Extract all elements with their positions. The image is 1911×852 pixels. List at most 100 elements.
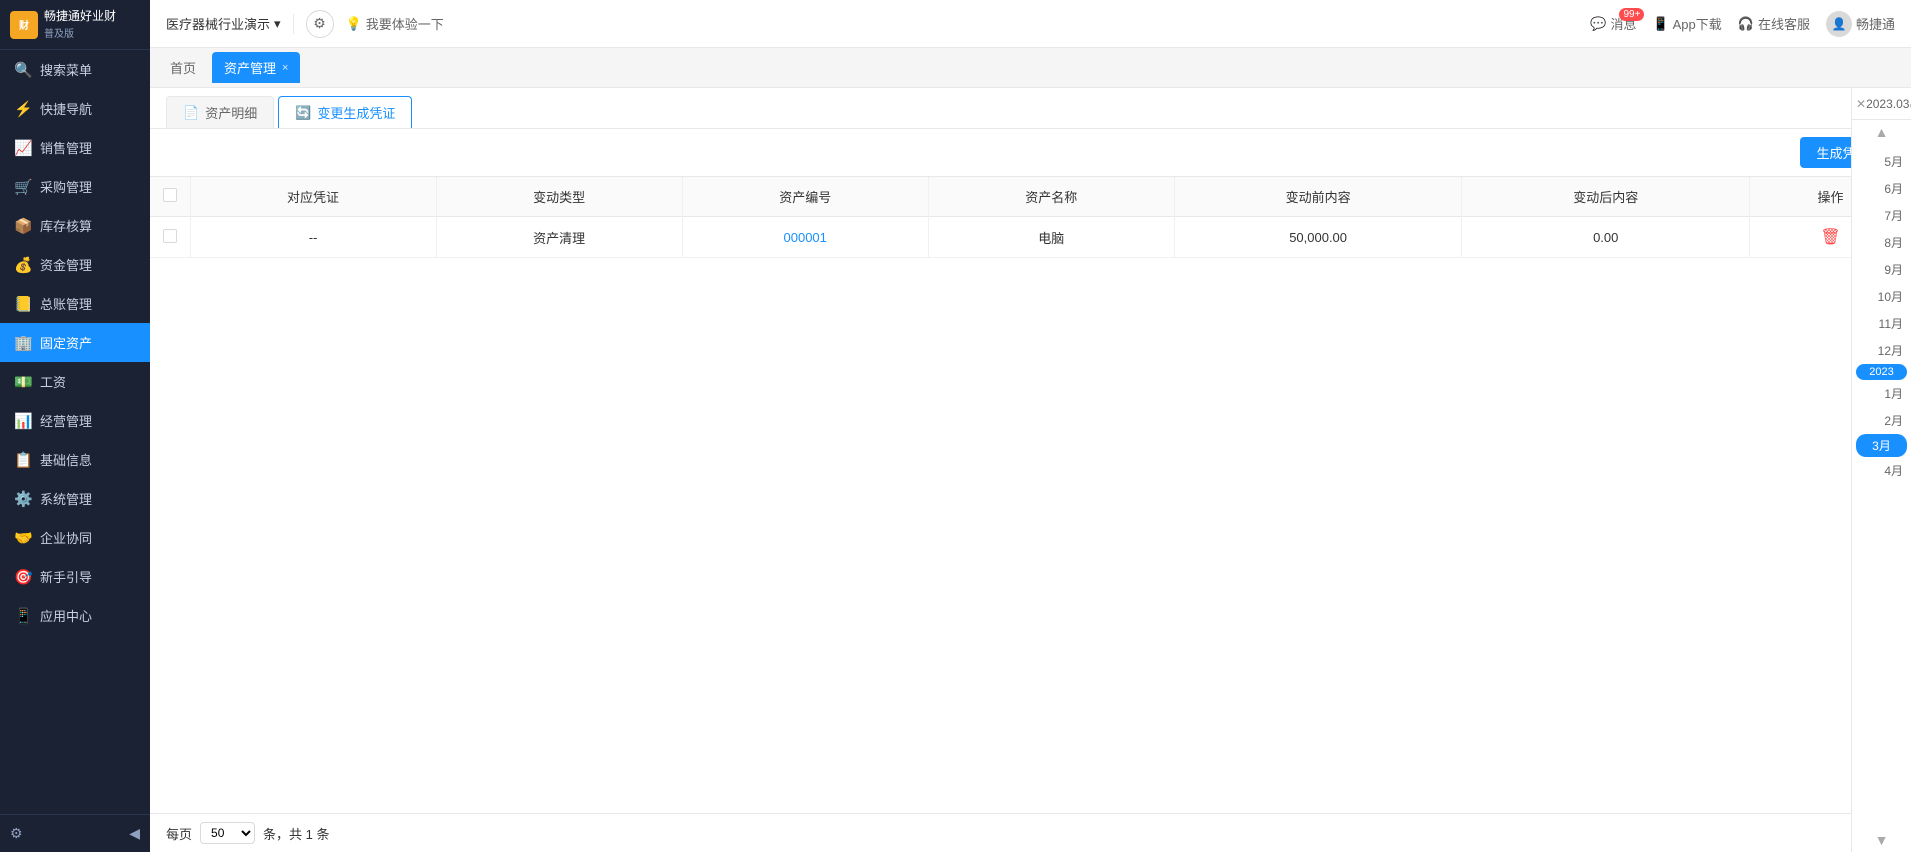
action-bar: 生成凭证 ▾ bbox=[150, 129, 1911, 177]
sidebar-item-purchase[interactable]: 🛒 采购管理 bbox=[0, 167, 150, 206]
topbar-divider bbox=[293, 14, 294, 34]
total-label: 条，共 1 条 bbox=[263, 824, 329, 843]
company-selector[interactable]: 医疗器械行业演示 ▾ bbox=[166, 14, 281, 33]
sub-tab-change-voucher[interactable]: 🔄 变更生成凭证 bbox=[278, 96, 412, 128]
online-service-button[interactable]: 🎧 在线客服 bbox=[1738, 14, 1810, 33]
avatar-icon: 👤 bbox=[1832, 17, 1847, 31]
company-chevron-icon: ▾ bbox=[274, 16, 281, 32]
sidebar-label-ledger: 总账管理 bbox=[40, 294, 92, 313]
timeline-month-1[interactable]: 1月 bbox=[1852, 380, 1911, 407]
timeline-month-5[interactable]: 5月 bbox=[1852, 148, 1911, 175]
sidebar-item-quick-nav[interactable]: ⚡ 快捷导航 bbox=[0, 89, 150, 128]
sidebar-icon-guide: 🎯 bbox=[14, 568, 32, 586]
sidebar-item-ledger[interactable]: 📒 总账管理 bbox=[0, 284, 150, 323]
app-download-icon: 📱 bbox=[1652, 16, 1668, 32]
timeline-scroll-up-button[interactable]: ▲ bbox=[1852, 120, 1911, 144]
sidebar-label-search: 搜索菜单 bbox=[40, 60, 92, 79]
sidebar-icon-purchase: 🛒 bbox=[14, 178, 32, 196]
asset-detail-icon: 📄 bbox=[183, 105, 199, 121]
right-panel-close-icon[interactable]: ✕ bbox=[1856, 97, 1866, 111]
cell-voucher: -- bbox=[190, 217, 436, 258]
timeline-scroll-down-button[interactable]: ▼ bbox=[1852, 828, 1911, 852]
timeline: 5月 6月 7月 8月 9月 10月 11月 12月 2023 1月 2月 3月… bbox=[1852, 144, 1911, 828]
tab-asset-management[interactable]: 资产管理 × bbox=[212, 52, 300, 83]
table-wrapper: 对应凭证 变动类型 资产编号 资产名称 变动前内容 变动后内容 操作 bbox=[150, 177, 1911, 813]
sidebar-icon-system: ⚙️ bbox=[14, 490, 32, 508]
sidebar-item-basic[interactable]: 📋 基础信息 bbox=[0, 440, 150, 479]
timeline-month-6[interactable]: 6月 bbox=[1852, 175, 1911, 202]
sidebar-icon-salary: 💵 bbox=[14, 373, 32, 391]
table-body: -- 资产清理 000001 电脑 50,000.00 0.00 🗑 bbox=[150, 217, 1911, 258]
messages-button[interactable]: 💬 消息 99+ bbox=[1590, 14, 1636, 33]
sidebar-item-fund[interactable]: 💰 资金管理 bbox=[0, 245, 150, 284]
sidebar-item-search[interactable]: 🔍 搜索菜单 bbox=[0, 50, 150, 89]
sidebar-item-system[interactable]: ⚙️ 系统管理 bbox=[0, 479, 150, 518]
timeline-month-12[interactable]: 12月 bbox=[1852, 337, 1911, 364]
cell-asset-code[interactable]: 000001 bbox=[682, 217, 928, 258]
content-area: 📄 资产明细 🔄 变更生成凭证 生成凭证 ▾ bbox=[150, 88, 1911, 852]
row-checkbox[interactable] bbox=[163, 229, 177, 243]
experience-text: 我要体验一下 bbox=[366, 14, 444, 33]
app-download-label: App下载 bbox=[1673, 14, 1722, 33]
user-profile[interactable]: 👤 畅捷通 bbox=[1826, 11, 1895, 37]
sidebar-label-appstore: 应用中心 bbox=[40, 606, 92, 625]
pagination-bar: 每页 50 10 20 100 条，共 1 条 bbox=[150, 813, 1911, 852]
sidebar-item-guide[interactable]: 🎯 新手引导 bbox=[0, 557, 150, 596]
company-name: 医疗器械行业演示 bbox=[166, 14, 270, 33]
sidebar-item-salary[interactable]: 💵 工资 bbox=[0, 362, 150, 401]
timeline-month-10[interactable]: 10月 bbox=[1852, 283, 1911, 310]
collapse-sidebar-icon[interactable]: ◀ bbox=[129, 825, 140, 842]
table-header: 对应凭证 变动类型 资产编号 资产名称 变动前内容 变动后内容 操作 bbox=[150, 177, 1911, 217]
settings-icon[interactable]: ⚙ bbox=[10, 825, 23, 842]
timeline-month-9[interactable]: 9月 bbox=[1852, 256, 1911, 283]
sidebar-item-appstore[interactable]: 📱 应用中心 bbox=[0, 596, 150, 635]
timeline-month-8[interactable]: 8月 bbox=[1852, 229, 1911, 256]
th-after-change: 变动后内容 bbox=[1462, 177, 1750, 217]
cell-before-change: 50,000.00 bbox=[1174, 217, 1462, 258]
select-all-checkbox[interactable] bbox=[163, 188, 177, 202]
service-icon: 🎧 bbox=[1738, 16, 1754, 32]
app-logo-text: 畅捷通好业财 普及版 bbox=[44, 9, 116, 40]
sidebar-label-quick-nav: 快捷导航 bbox=[40, 99, 92, 118]
sidebar-item-enterprise[interactable]: 🤝 企业协同 bbox=[0, 518, 150, 557]
sidebar-icon-inventory: 📦 bbox=[14, 217, 32, 235]
topbar-right: 💬 消息 99+ 📱 App下载 🎧 在线客服 👤 畅捷通 bbox=[1590, 11, 1895, 37]
sidebar-label-inventory: 库存核算 bbox=[40, 216, 92, 235]
timeline-month-7[interactable]: 7月 bbox=[1852, 202, 1911, 229]
cell-change-type: 资产清理 bbox=[436, 217, 682, 258]
experience-button[interactable]: 💡 我要体验一下 bbox=[346, 14, 444, 33]
cell-after-change: 0.00 bbox=[1462, 217, 1750, 258]
timeline-month-2[interactable]: 2月 bbox=[1852, 407, 1911, 434]
th-before-change: 变动前内容 bbox=[1174, 177, 1462, 217]
app-download-button[interactable]: 📱 App下载 bbox=[1652, 14, 1721, 33]
delete-row-icon[interactable]: 🗑 bbox=[1820, 229, 1840, 246]
sidebar-label-system: 系统管理 bbox=[40, 489, 92, 508]
sub-tab-asset-detail[interactable]: 📄 资产明细 bbox=[166, 96, 274, 128]
tab-close-icon[interactable]: × bbox=[282, 62, 288, 74]
tab-active-label: 资产管理 bbox=[224, 58, 276, 77]
sidebar-label-salary: 工资 bbox=[40, 372, 66, 391]
sidebar-item-inventory[interactable]: 📦 库存核算 bbox=[0, 206, 150, 245]
sidebar-icon-sales: 📈 bbox=[14, 139, 32, 157]
sidebar-item-fixed-assets[interactable]: 🏢 固定资产 bbox=[0, 323, 150, 362]
sidebar-label-enterprise: 企业协同 bbox=[40, 528, 92, 547]
page-size-select[interactable]: 50 10 20 100 bbox=[200, 822, 255, 844]
sidebar-menu: 🔍 搜索菜单 ⚡ 快捷导航 📈 销售管理 🛒 采购管理 📦 库存核算 💰 资金管… bbox=[0, 50, 150, 814]
timeline-month-3-active[interactable]: 3月 bbox=[1856, 434, 1907, 457]
username: 畅捷通 bbox=[1856, 14, 1895, 33]
tab-home[interactable]: 首页 bbox=[158, 52, 208, 83]
topbar-settings-button[interactable]: ⚙ bbox=[306, 10, 334, 38]
sidebar-icon-enterprise: 🤝 bbox=[14, 529, 32, 547]
data-table: 对应凭证 变动类型 资产编号 资产名称 变动前内容 变动后内容 操作 bbox=[150, 177, 1911, 258]
timeline-month-11[interactable]: 11月 bbox=[1852, 310, 1911, 337]
timeline-month-4[interactable]: 4月 bbox=[1852, 457, 1911, 484]
sidebar-item-sales[interactable]: 📈 销售管理 bbox=[0, 128, 150, 167]
sidebar-item-operation[interactable]: 📊 经营管理 bbox=[0, 401, 150, 440]
sidebar-bottom: ⚙ ◀ bbox=[0, 814, 150, 852]
right-panel-header: ✕ 2023.03 ⤢ bbox=[1852, 88, 1911, 120]
sub-tabs: 📄 资产明细 🔄 变更生成凭证 bbox=[150, 88, 1911, 129]
change-voucher-icon: 🔄 bbox=[295, 105, 311, 121]
avatar: 👤 bbox=[1826, 11, 1852, 37]
gear-icon: ⚙ bbox=[313, 15, 326, 32]
timeline-year-2023[interactable]: 2023 bbox=[1856, 364, 1907, 380]
